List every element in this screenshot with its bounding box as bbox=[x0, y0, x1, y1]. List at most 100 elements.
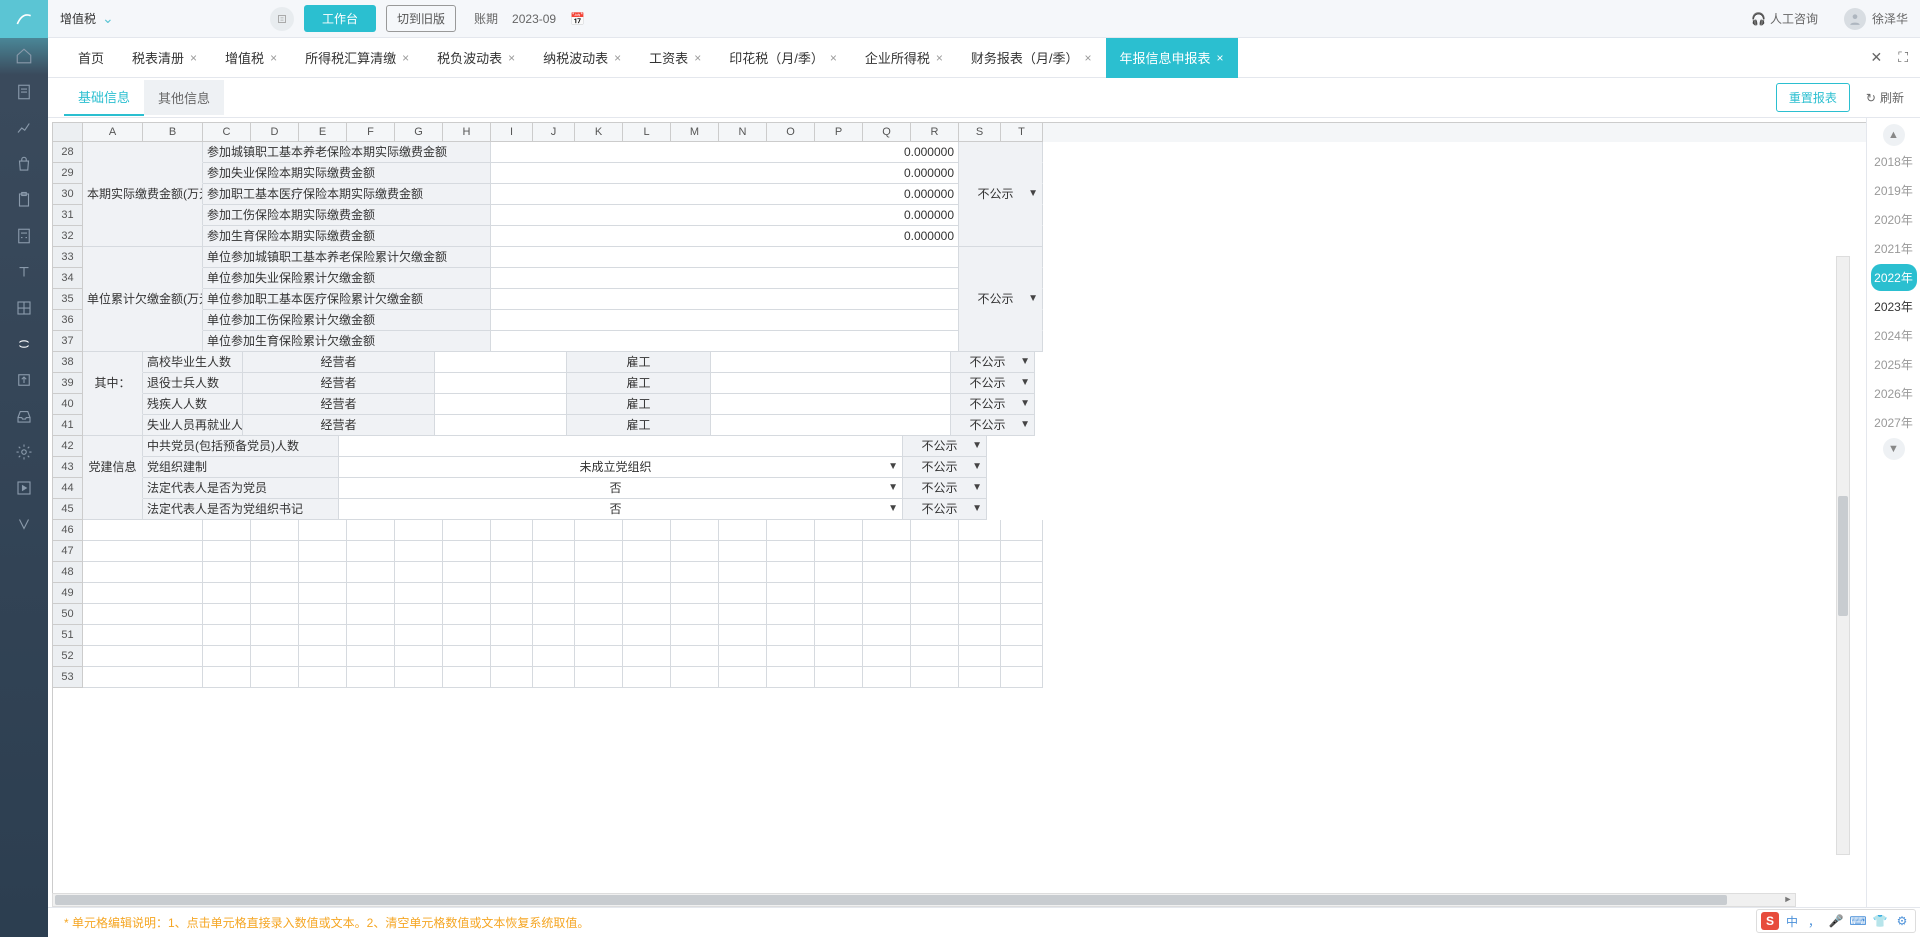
row-header-31[interactable]: 31 bbox=[53, 205, 83, 226]
close-icon[interactable]: × bbox=[936, 51, 943, 65]
cell[interactable] bbox=[491, 562, 533, 583]
cell[interactable] bbox=[1001, 541, 1043, 562]
cell[interactable] bbox=[347, 583, 395, 604]
value-cell[interactable]: 0.000000 bbox=[491, 205, 959, 226]
input-cell[interactable] bbox=[711, 352, 951, 373]
cell[interactable] bbox=[491, 520, 533, 541]
cell[interactable] bbox=[533, 562, 575, 583]
horizontal-scrollbar[interactable]: ◄ ► bbox=[52, 893, 1796, 907]
input-cell[interactable] bbox=[435, 352, 567, 373]
input-cell[interactable] bbox=[711, 373, 951, 394]
tab-0[interactable]: 首页 bbox=[64, 38, 118, 78]
value-cell[interactable] bbox=[491, 268, 959, 289]
cell[interactable] bbox=[491, 646, 533, 667]
vscroll-thumb[interactable] bbox=[1838, 496, 1848, 616]
cell[interactable] bbox=[347, 625, 395, 646]
row-header-43[interactable]: 43 bbox=[53, 457, 83, 478]
cell[interactable] bbox=[815, 541, 863, 562]
nav-home-icon[interactable] bbox=[0, 38, 48, 74]
year-2021年[interactable]: 2021年 bbox=[1871, 235, 1917, 262]
disclose-cell[interactable] bbox=[959, 268, 1043, 289]
nav-chart-icon[interactable] bbox=[0, 110, 48, 146]
cell[interactable] bbox=[83, 562, 203, 583]
col-header-I[interactable]: I bbox=[491, 123, 533, 142]
col-header-C[interactable]: C bbox=[203, 123, 251, 142]
nav-play-icon[interactable] bbox=[0, 470, 48, 506]
cell[interactable] bbox=[863, 541, 911, 562]
calendar-icon[interactable]: 📅 bbox=[570, 12, 585, 26]
cell[interactable] bbox=[911, 520, 959, 541]
close-icon[interactable]: × bbox=[190, 51, 197, 65]
cell[interactable] bbox=[959, 541, 1001, 562]
cell[interactable] bbox=[203, 625, 251, 646]
cell[interactable] bbox=[347, 562, 395, 583]
cell[interactable] bbox=[395, 625, 443, 646]
ime-toolbar[interactable]: S中，🎤⌨👕⚙ bbox=[1756, 909, 1916, 933]
cell[interactable] bbox=[83, 604, 203, 625]
col-header-E[interactable]: E bbox=[299, 123, 347, 142]
cell[interactable] bbox=[491, 604, 533, 625]
year-up-button[interactable]: ▲ bbox=[1883, 124, 1905, 146]
col-header-Q[interactable]: Q bbox=[863, 123, 911, 142]
row-header-53[interactable]: 53 bbox=[53, 667, 83, 688]
cell[interactable] bbox=[671, 562, 719, 583]
year-2025年[interactable]: 2025年 bbox=[1871, 351, 1917, 378]
row-header-52[interactable]: 52 bbox=[53, 646, 83, 667]
cell[interactable] bbox=[395, 541, 443, 562]
cell[interactable] bbox=[671, 625, 719, 646]
col-header-L[interactable]: L bbox=[623, 123, 671, 142]
tab-7[interactable]: 印花税（月/季）× bbox=[715, 38, 851, 78]
cell[interactable] bbox=[1001, 520, 1043, 541]
subtab-other[interactable]: 其他信息 bbox=[144, 80, 224, 115]
cell[interactable] bbox=[767, 583, 815, 604]
cell[interactable] bbox=[575, 583, 623, 604]
cell[interactable] bbox=[911, 625, 959, 646]
cell[interactable] bbox=[623, 625, 671, 646]
cell[interactable] bbox=[911, 667, 959, 688]
disclose-cell[interactable] bbox=[959, 163, 1043, 184]
cell[interactable] bbox=[671, 520, 719, 541]
disclose-cell[interactable] bbox=[959, 205, 1043, 226]
cell[interactable] bbox=[719, 646, 767, 667]
ime-icon-2[interactable]: ， bbox=[1805, 912, 1823, 930]
row-header-38[interactable]: 38 bbox=[53, 352, 83, 373]
cell[interactable] bbox=[299, 646, 347, 667]
cell[interactable] bbox=[671, 583, 719, 604]
cell[interactable] bbox=[623, 583, 671, 604]
cell[interactable] bbox=[299, 541, 347, 562]
nav-inbox-icon[interactable] bbox=[0, 398, 48, 434]
cell[interactable] bbox=[83, 625, 203, 646]
input-cell[interactable] bbox=[435, 373, 567, 394]
cell[interactable] bbox=[767, 625, 815, 646]
row-header-41[interactable]: 41 bbox=[53, 415, 83, 436]
cell[interactable] bbox=[863, 583, 911, 604]
support-link[interactable]: 🎧 人工咨询 bbox=[1751, 10, 1818, 27]
close-icon[interactable]: × bbox=[402, 51, 409, 65]
cell[interactable] bbox=[1001, 583, 1043, 604]
cell[interactable] bbox=[575, 562, 623, 583]
cell[interactable] bbox=[347, 604, 395, 625]
disclose-cell[interactable]: 不公示▼ bbox=[951, 373, 1035, 394]
dropdown-cell[interactable] bbox=[339, 436, 903, 457]
cell[interactable] bbox=[347, 646, 395, 667]
ime-icon-1[interactable]: 中 bbox=[1783, 912, 1801, 930]
nav-text-icon[interactable] bbox=[0, 254, 48, 290]
ime-icon-0[interactable]: S bbox=[1761, 912, 1779, 930]
cell[interactable] bbox=[533, 520, 575, 541]
cell[interactable] bbox=[251, 562, 299, 583]
year-2024年[interactable]: 2024年 bbox=[1871, 322, 1917, 349]
col-header-T[interactable]: T bbox=[1001, 123, 1043, 142]
row-header-35[interactable]: 35 bbox=[53, 289, 83, 310]
dropdown-cell[interactable]: 未成立党组织▼ bbox=[339, 457, 903, 478]
scroll-right-icon[interactable]: ► bbox=[1781, 894, 1795, 906]
cell[interactable] bbox=[203, 520, 251, 541]
tab-expand-icon[interactable]: ⛶ bbox=[1894, 47, 1912, 68]
col-header-P[interactable]: P bbox=[815, 123, 863, 142]
cell[interactable] bbox=[671, 604, 719, 625]
year-down-button[interactable]: ▼ bbox=[1883, 438, 1905, 460]
value-cell[interactable]: 0.000000 bbox=[491, 142, 959, 163]
ime-icon-4[interactable]: ⌨ bbox=[1849, 912, 1867, 930]
tab-3[interactable]: 所得税汇算清缴× bbox=[291, 38, 423, 78]
cell[interactable] bbox=[815, 667, 863, 688]
row-header-28[interactable]: 28 bbox=[53, 142, 83, 163]
